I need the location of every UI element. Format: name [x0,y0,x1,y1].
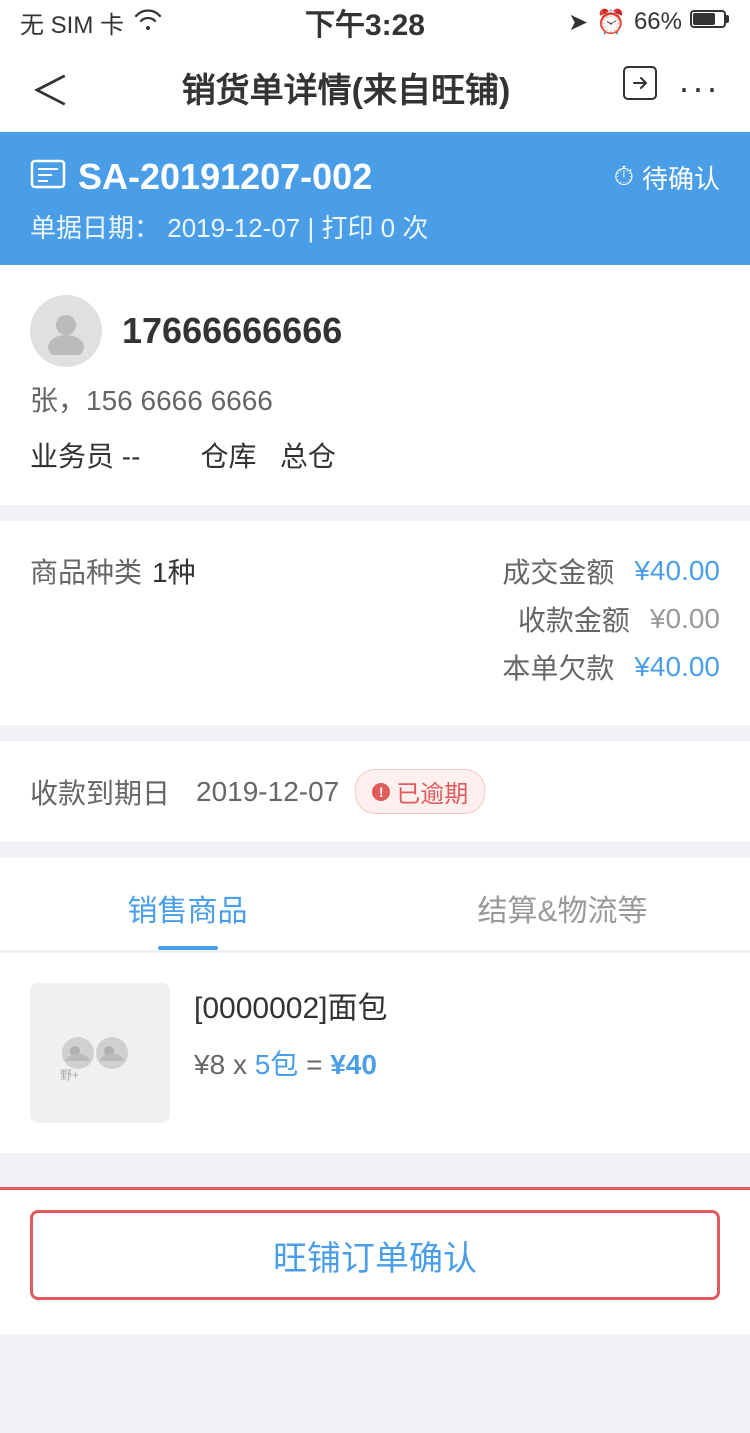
tab-settlement-logistics[interactable]: 结算&物流等 [375,858,750,950]
svg-text:野+: 野+ [60,1068,79,1082]
order-header: SA-20191207-002 ⏱ 待确认 单据日期： 2019-12-07 |… [0,132,750,265]
product-info: [0000002]面包 ¥8 x 5包 = ¥40 [194,983,720,1123]
status-left: 无 SIM 卡 [20,5,162,40]
product-name: [0000002]面包 [194,983,720,1027]
overdue-dot-icon: ! [372,783,390,801]
product-types: 商品种类 1种 [30,551,196,591]
confirm-button-wrap: 旺铺订单确认 [0,1187,750,1334]
carrier-text: 无 SIM 卡 [20,5,124,40]
battery-text: 66% [634,8,682,36]
tab-sales-products[interactable]: 销售商品 [0,858,375,950]
location-icon: ➤ [568,8,588,37]
nav-right: ··· [622,65,720,110]
due-date-section: 收款到期日 2019-12-07 ! 已逾期 [0,741,750,842]
order-status: ⏱ 待确认 [614,159,720,196]
overdue-badge: ! 已逾期 [355,769,485,814]
page-title: 销货单详情(来自旺铺) [182,63,511,112]
tabs-section: 销售商品 结算&物流等 [0,858,750,951]
order-date-info: 单据日期： 2019-12-07 | 打印 0 次 [30,208,720,245]
amounts: 成交金额 ¥40.00 收款金额 ¥0.00 本单欠款 ¥40.00 [502,551,720,695]
due-date-label: 收款到期日 [30,772,170,812]
more-icon[interactable]: ··· [678,67,720,109]
product-image: 野+ [30,983,170,1123]
nav-left: ＜ [30,59,70,117]
customer-section: 17666666666 张，156 6666 6666 业务员 -- 仓库 总仓 [0,265,750,505]
avatar [30,295,102,367]
nav-bar: ＜ 销货单详情(来自旺铺) ··· [0,44,750,132]
battery-icon [690,8,730,36]
confirm-button[interactable]: 旺铺订单确认 [30,1210,720,1300]
due-date-value: 2019-12-07 [196,776,339,808]
warehouse-info: 仓库 总仓 [200,435,335,475]
share-icon[interactable] [622,65,658,110]
customer-phone: 17666666666 [122,310,342,352]
product-price: ¥8 x 5包 = ¥40 [194,1043,720,1083]
status-right: ➤ ⏰ 66% [568,8,730,37]
order-id: SA-20191207-002 [30,156,372,198]
order-icon [30,156,66,198]
summary-section: 商品种类 1种 成交金额 ¥40.00 收款金额 ¥0.00 本单欠款 ¥40.… [0,521,750,725]
product-item: 野+ [0000002]面包 ¥8 x 5包 = ¥40 [0,953,750,1153]
alarm-icon: ⏰ [596,8,626,37]
customer-meta: 业务员 -- 仓库 总仓 [30,435,720,475]
status-time: 下午3:28 [305,0,425,44]
back-button[interactable]: ＜ [30,59,70,117]
status-bar: 无 SIM 卡 下午3:28 ➤ ⏰ 66% [0,0,750,44]
customer-name: 张，156 6666 6666 [30,379,720,419]
wifi-icon [134,8,162,37]
salesman-info: 业务员 -- [30,435,140,475]
clock-icon: ⏱ [614,161,634,193]
